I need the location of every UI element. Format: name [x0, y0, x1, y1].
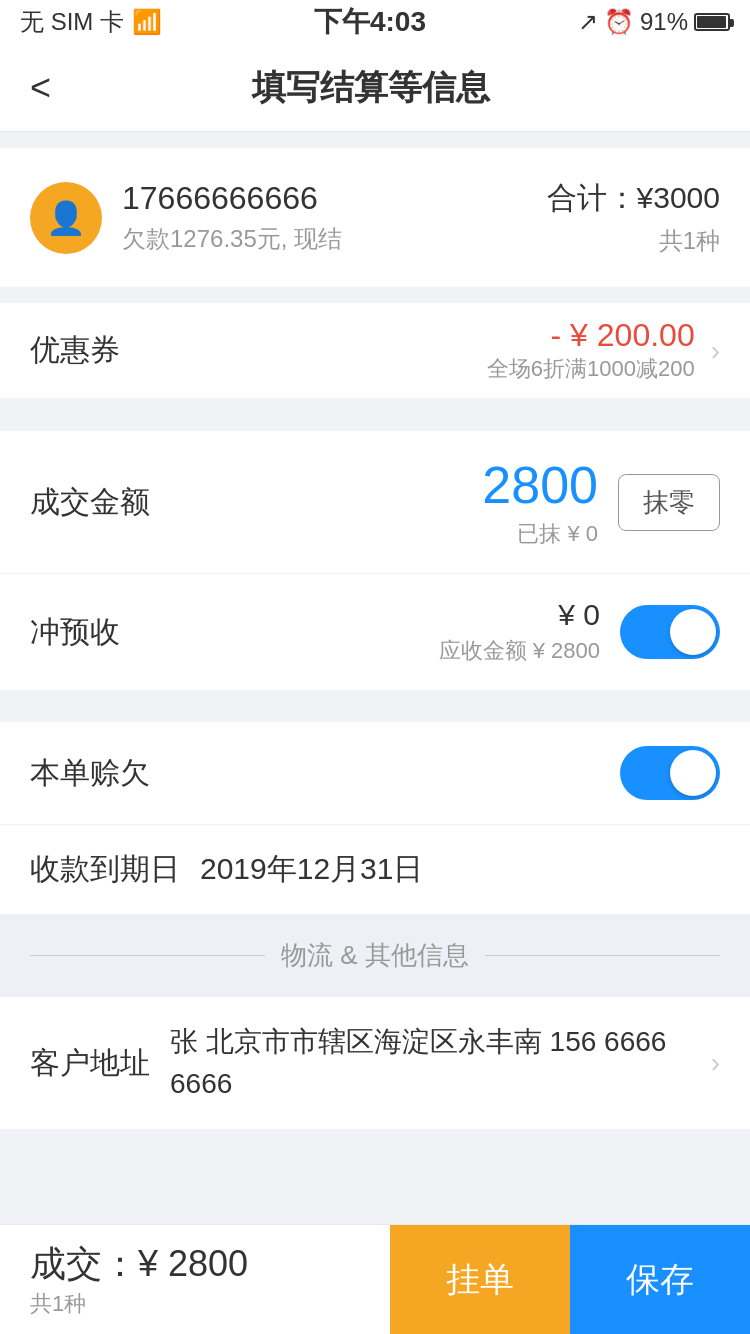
coupon-label: 优惠券: [30, 330, 120, 371]
status-left: 无 SIM 卡 📶: [20, 6, 162, 38]
location-icon: ↗: [578, 8, 598, 36]
nav-bar: < 填写结算等信息: [0, 44, 750, 132]
content: 👤 17666666666 欠款1276.35元, 现结 合计：¥3000 共1…: [0, 148, 750, 1334]
bottom-deal-amount: ¥ 2800: [138, 1243, 248, 1284]
credit-section: 本单赊欠 收款到期日 2019年12月31日: [0, 722, 750, 914]
avatar-icon: 👤: [46, 199, 86, 237]
back-button[interactable]: <: [30, 57, 71, 119]
address-value: 张 北京市市辖区海淀区永丰南 156 6666 6666: [170, 1021, 703, 1105]
address-chevron-icon: ›: [711, 1047, 720, 1079]
credit-label: 本单赊欠: [30, 753, 150, 794]
bottom-bar: 成交：¥ 2800 共1种 挂单 保存: [0, 1224, 750, 1334]
prepay-row: 冲预收 ¥ 0 应收金额 ¥ 2800: [0, 574, 750, 690]
amount-row: 成交金额 2800 已抹 ¥ 0 抹零: [0, 431, 750, 574]
duedate-row: 收款到期日 2019年12月31日: [0, 825, 750, 914]
customer-card: 👤 17666666666 欠款1276.35元, 现结 合计：¥3000 共1…: [0, 148, 750, 287]
toggle-knob: [670, 609, 716, 655]
status-time: 下午4:03: [314, 3, 426, 41]
prepay-receivable: 应收金额 ¥ 2800: [439, 636, 600, 666]
customer-count: 共1种: [547, 225, 720, 257]
total-label: 合计：: [547, 181, 637, 214]
battery-icon: [694, 13, 730, 31]
alarm-icon: ⏰: [604, 8, 634, 36]
divider-2: [0, 399, 750, 415]
customer-right: 合计：¥3000 共1种: [547, 178, 720, 257]
customer-left: 👤 17666666666 欠款1276.35元, 现结: [30, 180, 342, 255]
duedate-label: 收款到期日: [30, 849, 180, 890]
address-row[interactable]: 客户地址 张 北京市市辖区海淀区永丰南 156 6666 6666 ›: [0, 997, 750, 1129]
amount-sub: 已抹 ¥ 0: [482, 519, 598, 549]
bottom-summary: 成交：¥ 2800 共1种: [0, 1240, 390, 1319]
page-title: 填写结算等信息: [71, 65, 670, 111]
divider-line-right: [485, 955, 720, 956]
prepay-right: ¥ 0 应收金额 ¥ 2800: [439, 598, 720, 666]
status-bar: 无 SIM 卡 📶 下午4:03 ↗ ⏰ 91%: [0, 0, 750, 44]
divider-line-left: [30, 955, 265, 956]
pending-button[interactable]: 挂单: [390, 1225, 570, 1335]
status-right: ↗ ⏰ 91%: [578, 8, 730, 36]
coupon-chevron-icon: ›: [711, 335, 720, 367]
bottom-count: 共1种: [30, 1289, 360, 1319]
divider-1: [0, 287, 750, 303]
address-section: 客户地址 张 北京市市辖区海淀区永丰南 156 6666 6666 ›: [0, 997, 750, 1129]
customer-phone: 17666666666: [122, 180, 342, 217]
save-button[interactable]: 保存: [570, 1225, 750, 1335]
sim-label: 无 SIM 卡: [20, 6, 124, 38]
duedate-value: 2019年12月31日: [200, 849, 423, 890]
prepay-value-block: ¥ 0 应收金额 ¥ 2800: [439, 598, 600, 666]
customer-info: 17666666666 欠款1276.35元, 现结: [122, 180, 342, 255]
divider-3: [0, 690, 750, 706]
bottom-deal: 成交：¥ 2800: [30, 1240, 360, 1289]
bottom-deal-label: 成交：: [30, 1243, 138, 1284]
prepay-amount: ¥ 0: [439, 598, 600, 632]
prepay-toggle[interactable]: [620, 605, 720, 659]
coupon-desc: 全场6折满1000减200: [487, 354, 695, 384]
battery-percent: 91%: [640, 8, 688, 36]
customer-debt: 欠款1276.35元, 现结: [122, 223, 342, 255]
prepay-label: 冲预收: [30, 612, 120, 653]
credit-toggle[interactable]: [620, 746, 720, 800]
credit-toggle-knob: [670, 750, 716, 796]
wifi-icon: 📶: [132, 8, 162, 36]
total-amount: ¥3000: [637, 181, 720, 214]
logistics-label: 物流 & 其他信息: [281, 938, 469, 973]
logistics-divider: 物流 & 其他信息: [0, 914, 750, 997]
amount-right: 2800 已抹 ¥ 0 抹零: [482, 455, 720, 549]
coupon-row[interactable]: 优惠券 - ¥ 200.00 全场6折满1000减200 ›: [0, 303, 750, 399]
amount-value: 2800: [482, 455, 598, 515]
round-button[interactable]: 抹零: [618, 474, 720, 531]
avatar: 👤: [30, 182, 102, 254]
amount-section: 成交金额 2800 已抹 ¥ 0 抹零 冲预收 ¥ 0 应收金额 ¥ 2800: [0, 431, 750, 690]
credit-row: 本单赊欠: [0, 722, 750, 825]
coupon-value: - ¥ 200.00: [487, 317, 695, 354]
amount-label: 成交金额: [30, 482, 150, 523]
customer-total: 合计：¥3000: [547, 178, 720, 219]
address-label: 客户地址: [30, 1043, 150, 1084]
